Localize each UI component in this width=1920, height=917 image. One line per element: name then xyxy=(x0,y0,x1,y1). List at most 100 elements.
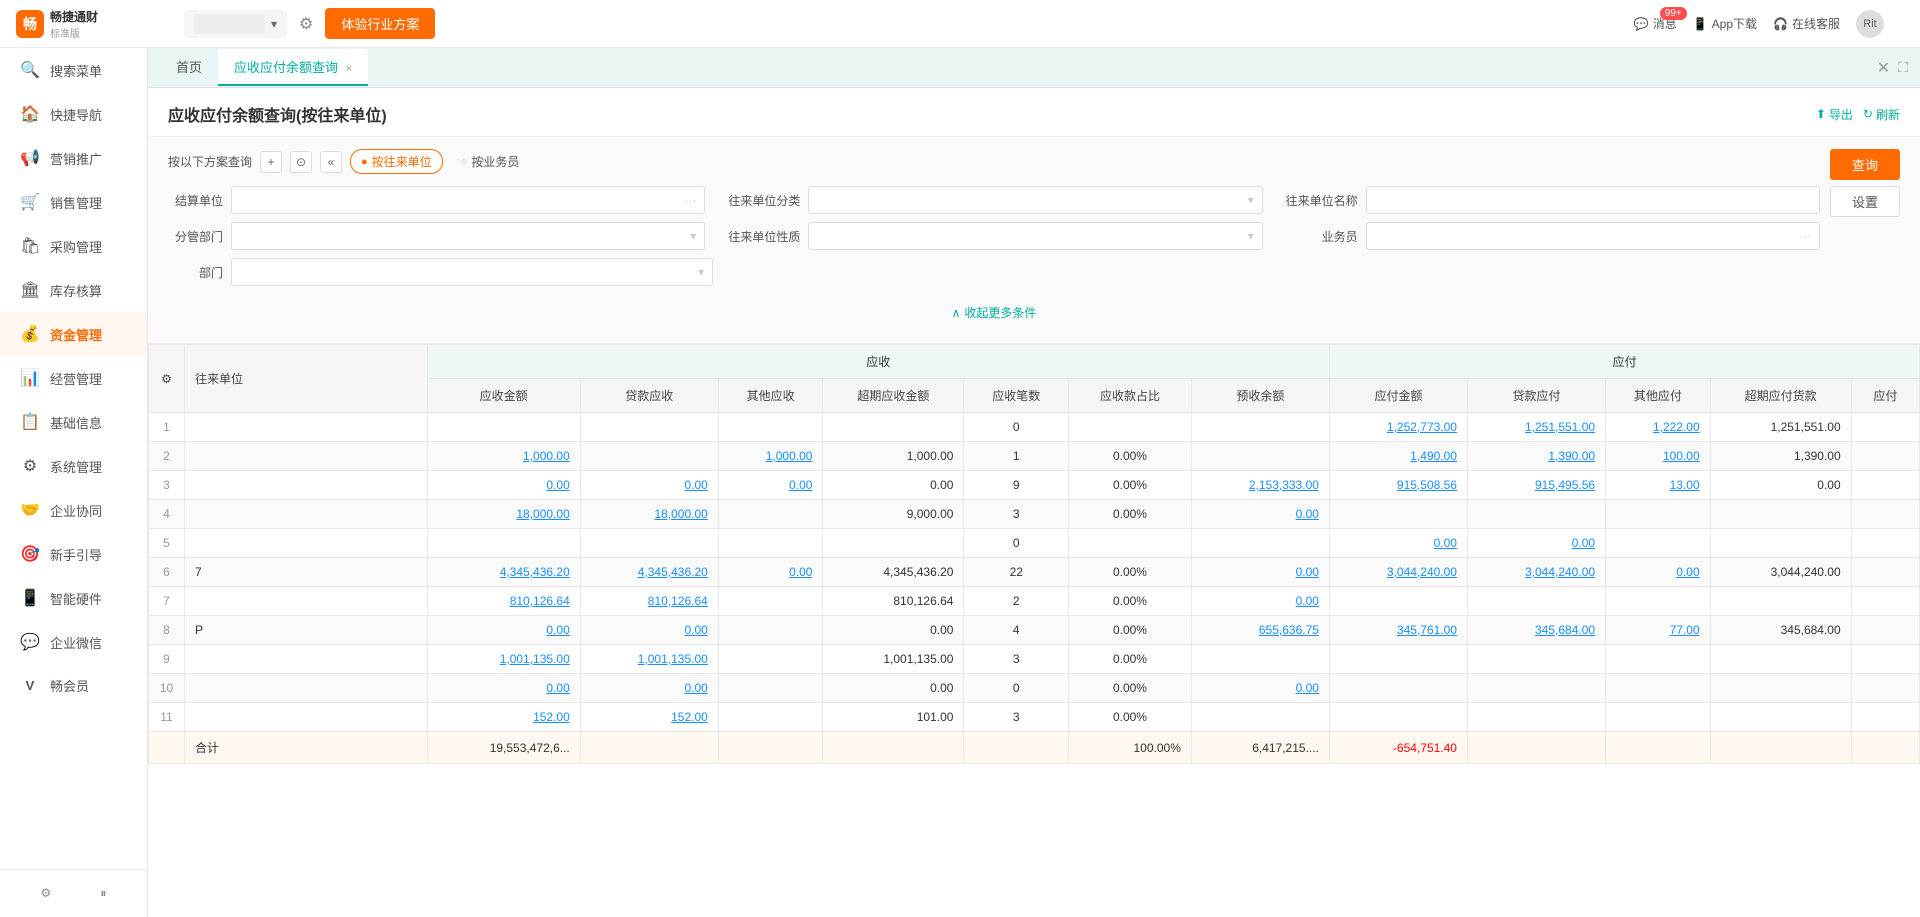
app-download-item[interactable]: 📱 App下载 xyxy=(1693,15,1757,32)
cell-ys-qt[interactable] xyxy=(718,500,823,529)
filter-by-staff-option[interactable]: ○ 按业务员 xyxy=(451,150,530,173)
cell-ys-je[interactable] xyxy=(427,529,580,558)
cell-ys-yy[interactable]: 0.00 xyxy=(1191,500,1329,529)
cell-ys-yy[interactable] xyxy=(1191,413,1329,442)
cell-ys-je[interactable]: 0.00 xyxy=(427,616,580,645)
workspace-selector[interactable]: ▾ xyxy=(184,10,287,38)
tab-home[interactable]: 首页 xyxy=(160,49,218,86)
cell-yf-qt[interactable] xyxy=(1606,500,1711,529)
cell-yf-dk[interactable] xyxy=(1467,674,1605,703)
refresh-button[interactable]: ↻ 刷新 xyxy=(1863,106,1900,123)
messages-item[interactable]: 💬 消息 99+ xyxy=(1634,15,1677,32)
cell-ys-dk[interactable] xyxy=(580,529,718,558)
cell-yf-qt[interactable]: 77.00 xyxy=(1606,616,1711,645)
cell-yf-dk[interactable]: 0.00 xyxy=(1467,529,1605,558)
cell-yf-je[interactable] xyxy=(1329,587,1467,616)
cell-yf-je[interactable] xyxy=(1329,703,1467,732)
cell-yf-je[interactable] xyxy=(1329,645,1467,674)
filter-by-unit-option[interactable]: ● 按往来单位 xyxy=(350,149,443,174)
cell-yf-qt[interactable]: 1,222.00 xyxy=(1606,413,1711,442)
salesperson-input[interactable]: ··· xyxy=(1366,222,1820,250)
cell-ys-yy[interactable]: 0.00 xyxy=(1191,674,1329,703)
cell-yf-je[interactable]: 915,508.56 xyxy=(1329,471,1467,500)
solution-button[interactable]: 体验行业方案 xyxy=(325,8,435,39)
cell-ys-je[interactable] xyxy=(427,413,580,442)
cell-ys-yy[interactable]: 0.00 xyxy=(1191,587,1329,616)
cell-ys-yy[interactable]: 2,153,333.00 xyxy=(1191,471,1329,500)
partner-nature-input[interactable]: ▾ xyxy=(808,222,1262,250)
cell-yf-dk[interactable]: 345,684.00 xyxy=(1467,616,1605,645)
footer-ys-je[interactable]: 19,553,472,6... xyxy=(427,732,580,764)
footer-ys-yy[interactable]: 6,417,215.... xyxy=(1191,732,1329,764)
cell-ys-yy[interactable] xyxy=(1191,703,1329,732)
cell-ys-dk[interactable]: 1,001,135.00 xyxy=(580,645,718,674)
sidebar-item-basic[interactable]: 📋 基础信息 xyxy=(0,400,147,444)
cell-yf-dk[interactable] xyxy=(1467,645,1605,674)
cell-ys-dk[interactable]: 0.00 xyxy=(580,616,718,645)
cell-yf-je[interactable]: 3,044,240.00 xyxy=(1329,558,1467,587)
cell-yf-je[interactable]: 345,761.00 xyxy=(1329,616,1467,645)
cell-ys-dk[interactable]: 4,345,436.20 xyxy=(580,558,718,587)
cell-yf-qt[interactable]: 100.00 xyxy=(1606,442,1711,471)
cell-ys-yy[interactable]: 0.00 xyxy=(1191,558,1329,587)
branch-dept-input[interactable]: ▾ xyxy=(231,222,705,250)
cell-ys-je[interactable]: 0.00 xyxy=(427,674,580,703)
cell-yf-je[interactable]: 0.00 xyxy=(1329,529,1467,558)
tab-close-icon[interactable]: × xyxy=(346,63,352,75)
sidebar-collapse-icon[interactable]: ⏸ xyxy=(100,886,106,901)
cell-yf-je[interactable] xyxy=(1329,674,1467,703)
cell-ys-qt[interactable] xyxy=(718,616,823,645)
cell-ys-qt[interactable] xyxy=(718,674,823,703)
gear-icon[interactable]: ⚙ xyxy=(299,14,313,34)
cell-yf-dk[interactable]: 1,390.00 xyxy=(1467,442,1605,471)
cell-yf-je[interactable] xyxy=(1329,500,1467,529)
sidebar-item-operations[interactable]: 📊 经营管理 xyxy=(0,356,147,400)
sidebar-item-warehouse[interactable]: 🏛 库存核算 xyxy=(0,268,147,312)
sidebar-item-cooperation[interactable]: 🤝 企业协同 xyxy=(0,488,147,532)
cell-ys-dk[interactable]: 810,126.64 xyxy=(580,587,718,616)
cell-ys-yy[interactable] xyxy=(1191,442,1329,471)
query-button[interactable]: 查询 xyxy=(1830,149,1900,180)
cell-yf-qt[interactable] xyxy=(1606,587,1711,616)
online-service-item[interactable]: 🎧 在线客服 xyxy=(1773,15,1840,32)
cell-yf-dk[interactable]: 915,495.56 xyxy=(1467,471,1605,500)
table-settings-col[interactable]: ⚙ xyxy=(149,345,185,413)
cell-ys-qt[interactable] xyxy=(718,529,823,558)
sidebar-item-system[interactable]: ⚙ 系统管理 xyxy=(0,444,147,488)
filter-add-button[interactable]: + xyxy=(260,151,282,173)
cell-ys-je[interactable]: 810,126.64 xyxy=(427,587,580,616)
cell-ys-je[interactable]: 4,345,436.20 xyxy=(427,558,580,587)
cell-yf-qt[interactable] xyxy=(1606,703,1711,732)
cell-yf-je[interactable]: 1,252,773.00 xyxy=(1329,413,1467,442)
cell-ys-je[interactable]: 0.00 xyxy=(427,471,580,500)
filter-settings-button[interactable]: ⊙ xyxy=(290,151,312,173)
sidebar-item-search[interactable]: 🔍 搜索菜单 xyxy=(0,48,147,92)
sidebar-item-marketing[interactable]: 📢 营销推广 xyxy=(0,136,147,180)
sidebar-item-purchase[interactable]: 🛍 采购管理 xyxy=(0,224,147,268)
cell-ys-yy[interactable] xyxy=(1191,529,1329,558)
cell-yf-dk[interactable]: 1,251,551.00 xyxy=(1467,413,1605,442)
cell-ys-je[interactable]: 1,000.00 xyxy=(427,442,580,471)
cell-ys-je[interactable]: 1,001,135.00 xyxy=(427,645,580,674)
cell-ys-dk[interactable]: 18,000.00 xyxy=(580,500,718,529)
sidebar-settings-icon[interactable]: ⚙ xyxy=(41,886,52,901)
cell-ys-dk[interactable]: 0.00 xyxy=(580,674,718,703)
cell-ys-qt[interactable] xyxy=(718,587,823,616)
cell-ys-dk[interactable] xyxy=(580,413,718,442)
cell-yf-je[interactable]: 1,490.00 xyxy=(1329,442,1467,471)
cell-ys-je[interactable]: 152.00 xyxy=(427,703,580,732)
cell-yf-qt[interactable] xyxy=(1606,529,1711,558)
cell-yf-qt[interactable] xyxy=(1606,674,1711,703)
cell-ys-dk[interactable] xyxy=(580,442,718,471)
cell-ys-qt[interactable] xyxy=(718,645,823,674)
cell-yf-dk[interactable] xyxy=(1467,703,1605,732)
cell-ys-yy[interactable]: 655,636.75 xyxy=(1191,616,1329,645)
dept-input[interactable]: ▾ xyxy=(231,258,713,286)
table-gear-icon[interactable]: ⚙ xyxy=(161,372,172,386)
sidebar-item-hardware[interactable]: 📱 智能硬件 xyxy=(0,576,147,620)
cell-ys-qt[interactable]: 0.00 xyxy=(718,471,823,500)
filter-collapse-left-button[interactable]: « xyxy=(320,151,342,173)
user-avatar[interactable]: Rit xyxy=(1856,10,1884,38)
cell-ys-dk[interactable]: 152.00 xyxy=(580,703,718,732)
sidebar-item-quicknav[interactable]: 🏠 快捷导航 xyxy=(0,92,147,136)
